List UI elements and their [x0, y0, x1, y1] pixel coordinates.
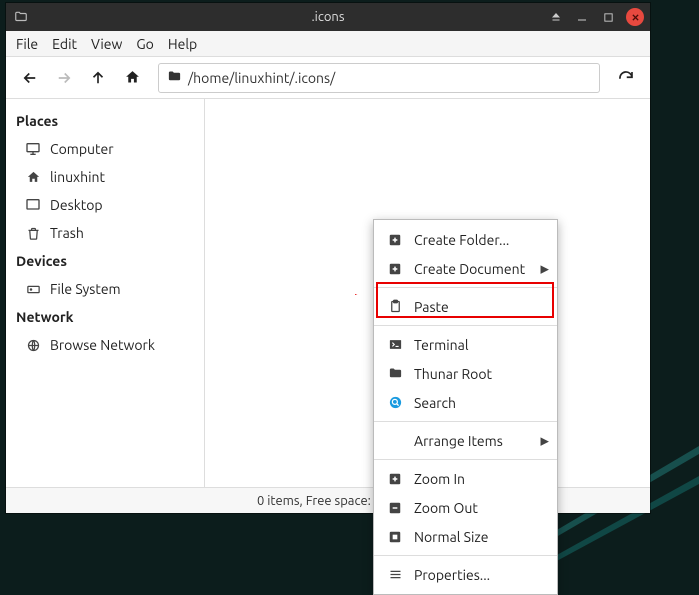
menu-item-properties[interactable]: Properties... — [374, 560, 557, 589]
context-menu: Create Folder... Create Document ▶ Paste… — [373, 219, 558, 595]
menu-item-paste[interactable]: Paste — [374, 292, 557, 321]
monitor-icon — [24, 140, 42, 158]
menu-item-label: Create Document — [414, 261, 525, 277]
menu-item-label: Zoom Out — [414, 500, 478, 516]
sidebar-item-label: Trash — [50, 225, 84, 241]
menu-separator — [374, 555, 557, 556]
up-button[interactable] — [84, 64, 112, 92]
sidebar-item-label: Computer — [50, 141, 114, 157]
menu-help[interactable]: Help — [168, 36, 197, 52]
clipboard-icon — [386, 298, 404, 316]
properties-icon — [386, 566, 404, 584]
sidebar-item-label: File System — [50, 281, 121, 297]
menu-separator — [374, 421, 557, 422]
menu-item-arrange[interactable]: Arrange Items ▶ — [374, 426, 557, 455]
menu-item-label: Search — [414, 395, 456, 411]
back-button[interactable] — [16, 64, 44, 92]
search-icon — [386, 394, 404, 412]
zoom-in-icon — [386, 470, 404, 488]
minimize-button[interactable] — [574, 9, 590, 25]
menu-item-label: Normal Size — [414, 529, 488, 545]
menu-edit[interactable]: Edit — [52, 36, 77, 52]
menu-item-label: Terminal — [414, 337, 469, 353]
menubar: File Edit View Go Help — [6, 31, 650, 57]
sidebar-item-label: Browse Network — [50, 337, 155, 353]
menu-separator — [374, 325, 557, 326]
menu-item-label: Create Folder... — [414, 232, 509, 248]
path-input[interactable]: /home/linuxhint/.icons/ — [158, 63, 600, 93]
desktop-icon — [24, 196, 42, 214]
menu-separator — [374, 287, 557, 288]
menu-item-label: Zoom In — [414, 471, 465, 487]
close-button[interactable] — [626, 8, 644, 26]
menu-item-label: Thunar Root — [414, 366, 492, 382]
places-heading: Places — [6, 107, 204, 135]
menu-item-zoom-out[interactable]: Zoom Out — [374, 493, 557, 522]
chevron-right-icon: ▶ — [541, 434, 549, 447]
normal-size-icon — [386, 528, 404, 546]
sidebar-item-label: Desktop — [50, 197, 103, 213]
folder-app-icon — [12, 8, 30, 26]
sidebar-item-filesystem[interactable]: File System — [6, 275, 204, 303]
menu-item-zoom-in[interactable]: Zoom In — [374, 464, 557, 493]
sidebar-item-label: linuxhint — [50, 169, 105, 185]
disk-icon — [24, 280, 42, 298]
titlebar[interactable]: .icons — [6, 3, 650, 31]
reload-button[interactable] — [612, 64, 640, 92]
zoom-out-icon — [386, 499, 404, 517]
toolbar: /home/linuxhint/.icons/ — [6, 57, 650, 99]
devices-heading: Devices — [6, 247, 204, 275]
menu-item-create-document[interactable]: Create Document ▶ — [374, 254, 557, 283]
forward-button[interactable] — [50, 64, 78, 92]
terminal-icon — [386, 336, 404, 354]
sidebar-item-home[interactable]: linuxhint — [6, 163, 204, 191]
folder-icon — [386, 365, 404, 383]
menu-separator — [374, 459, 557, 460]
menu-item-label: Properties... — [414, 567, 490, 583]
sidebar: Places Computer linuxhint Desktop — [6, 99, 205, 487]
menu-item-normal-size[interactable]: Normal Size — [374, 522, 557, 551]
menu-file[interactable]: File — [16, 36, 38, 52]
path-text: /home/linuxhint/.icons/ — [188, 70, 335, 86]
folder-icon — [167, 69, 182, 87]
sidebar-item-browse-network[interactable]: Browse Network — [6, 331, 204, 359]
globe-icon — [24, 336, 42, 354]
chevron-right-icon: ▶ — [541, 262, 549, 275]
menu-item-label: Arrange Items — [414, 433, 503, 449]
sidebar-item-desktop[interactable]: Desktop — [6, 191, 204, 219]
menu-item-search[interactable]: Search — [374, 388, 557, 417]
menu-item-thunar-root[interactable]: Thunar Root — [374, 359, 557, 388]
network-heading: Network — [6, 303, 204, 331]
trash-icon — [24, 224, 42, 242]
menu-go[interactable]: Go — [136, 36, 153, 52]
plus-icon — [386, 260, 404, 278]
menu-item-label: Paste — [414, 299, 449, 315]
menu-item-create-folder[interactable]: Create Folder... — [374, 225, 557, 254]
eject-icon[interactable] — [548, 9, 564, 25]
home-icon — [24, 168, 42, 186]
menu-item-terminal[interactable]: Terminal — [374, 330, 557, 359]
sidebar-item-trash[interactable]: Trash — [6, 219, 204, 247]
menu-view[interactable]: View — [91, 36, 122, 52]
plus-icon — [386, 231, 404, 249]
maximize-button[interactable] — [600, 9, 616, 25]
sidebar-item-computer[interactable]: Computer — [6, 135, 204, 163]
home-button[interactable] — [118, 64, 146, 92]
